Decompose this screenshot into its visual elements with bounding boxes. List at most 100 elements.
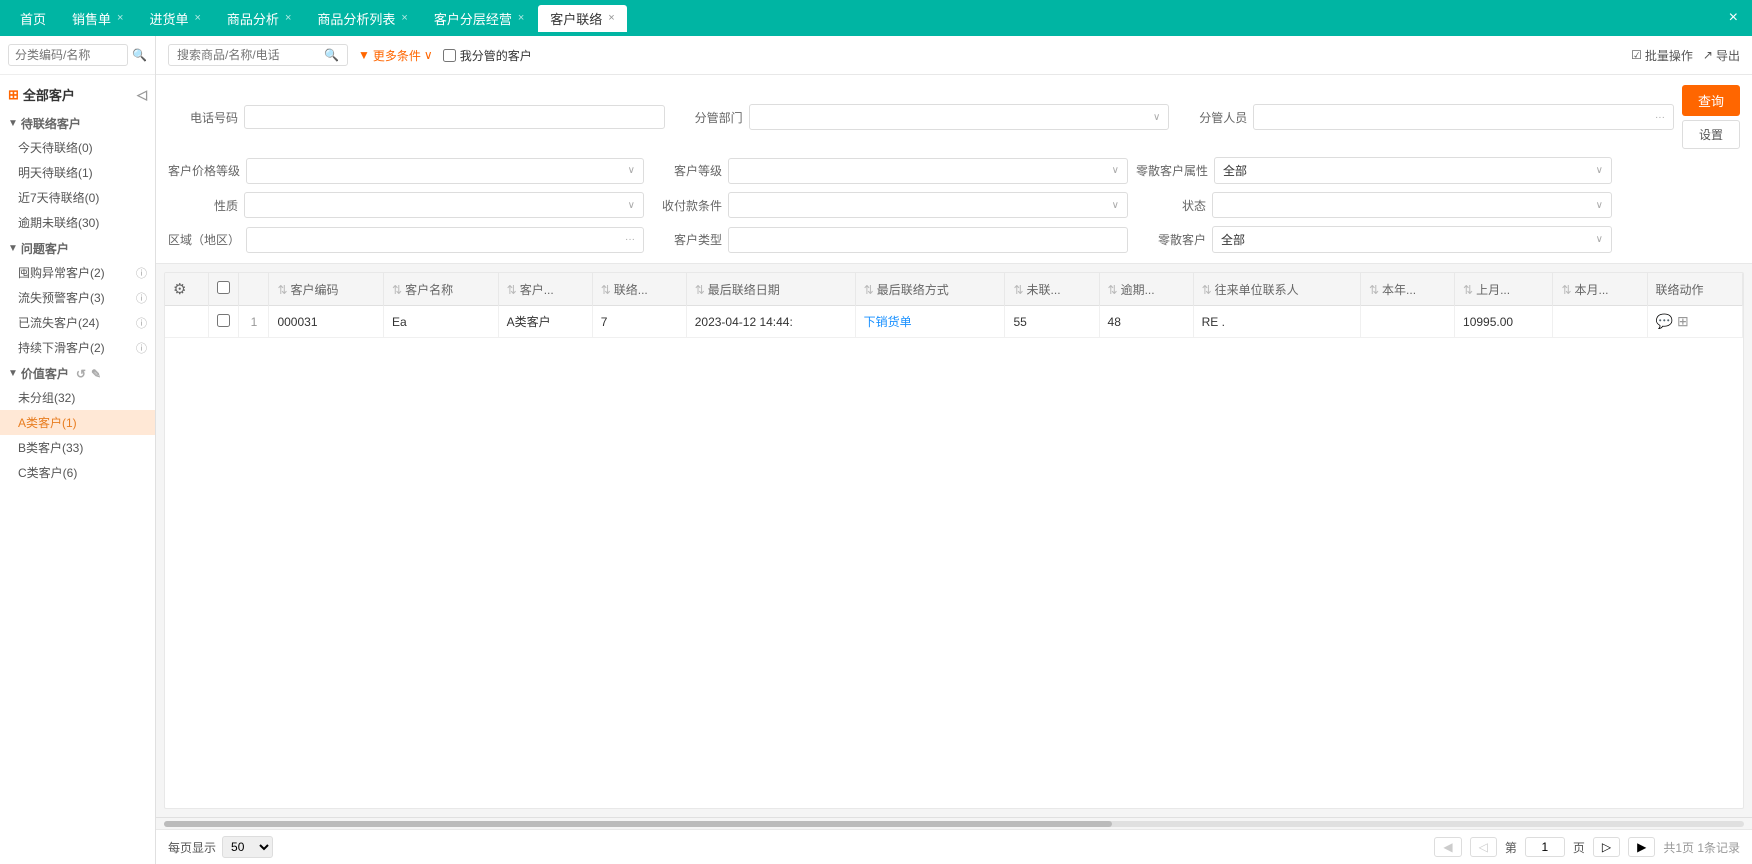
filter-phone-input[interactable] bbox=[244, 105, 665, 129]
sidebar-collapse-icon[interactable]: ◁ bbox=[137, 87, 147, 103]
query-button[interactable]: 查询 bbox=[1682, 85, 1740, 116]
nav-tab-home[interactable]: 首页 bbox=[8, 5, 58, 32]
col-name-sort[interactable]: ⇅ bbox=[392, 283, 402, 297]
sidebar-item-unclassified[interactable]: 未分组(32) bbox=[0, 385, 155, 410]
row-action-chat-icon[interactable]: 💬 bbox=[1656, 313, 1673, 330]
sidebar-item-today[interactable]: 今天待联络(0) bbox=[0, 135, 155, 160]
col-code-sort[interactable]: ⇅ bbox=[277, 283, 287, 297]
filter-dept-chevron: ∨ bbox=[1153, 112, 1160, 123]
sidebar-item-tomorrow[interactable]: 明天待联络(1) bbox=[0, 160, 155, 185]
batch-op-button[interactable]: ☑ 批量操作 bbox=[1631, 47, 1693, 64]
filter-customer-level-select[interactable]: ∨ bbox=[728, 158, 1128, 184]
last-page-button[interactable]: ▶ bbox=[1628, 837, 1655, 857]
col-this-year-sort[interactable]: ⇅ bbox=[1369, 283, 1379, 297]
filter-search-icon[interactable]: 🔍 bbox=[324, 48, 339, 62]
row-action-qr-icon[interactable]: ⊞ bbox=[1677, 313, 1689, 330]
col-header-seq bbox=[239, 273, 269, 306]
nav-tab-purchase-close[interactable]: × bbox=[194, 12, 200, 24]
export-button[interactable]: ↗ 导出 bbox=[1703, 47, 1740, 64]
filter-retail-customer-chevron: ∨ bbox=[1596, 234, 1603, 245]
nav-tab-sales[interactable]: 销售单 × bbox=[60, 5, 135, 32]
filter-region-select[interactable]: ··· bbox=[246, 227, 644, 253]
filter-retail-attr-select[interactable]: 全部 ∨ bbox=[1214, 157, 1612, 184]
sidebar-search-input[interactable] bbox=[8, 44, 128, 66]
sidebar-item-7days-label: 近7天待联络(0) bbox=[18, 189, 99, 206]
sidebar-search-icon[interactable]: 🔍 bbox=[132, 48, 147, 62]
sidebar-group-pending-arrow: ▼ bbox=[8, 118, 18, 129]
filter-payment-select[interactable]: ∨ bbox=[728, 192, 1128, 218]
filter-customer-type-label: 客户类型 bbox=[652, 231, 722, 248]
filter-customer-type-select[interactable] bbox=[728, 227, 1128, 253]
filter-status-select[interactable]: ∨ bbox=[1212, 192, 1612, 218]
nav-tab-customer-segment-close[interactable]: × bbox=[518, 12, 524, 24]
col-last-month-sort[interactable]: ⇅ bbox=[1463, 283, 1473, 297]
nav-tab-customer-segment[interactable]: 客户分层经营 × bbox=[422, 5, 536, 32]
filter-retail-customer-select[interactable]: 全部 ∨ bbox=[1212, 226, 1612, 253]
sidebar-group-value[interactable]: ▼ 价值客户 ↺ ✎ bbox=[0, 360, 155, 385]
nav-tab-purchase[interactable]: 进货单 × bbox=[137, 5, 212, 32]
sidebar-item-overdue[interactable]: 逾期未联络(30) bbox=[0, 210, 155, 235]
filter-person-select[interactable]: ··· bbox=[1253, 104, 1674, 130]
close-all-button[interactable]: × bbox=[1723, 9, 1744, 27]
col-last-date-sort[interactable]: ⇅ bbox=[695, 283, 705, 297]
col-type-sort[interactable]: ⇅ bbox=[507, 283, 517, 297]
my-customers-checkbox[interactable] bbox=[443, 49, 456, 62]
filter-bar: 🔍 ▼ 更多条件 ∨ 我分管的客户 ☑ 批量操作 ↗ 导出 bbox=[156, 36, 1752, 75]
horizontal-scrollbar[interactable] bbox=[156, 817, 1752, 829]
nav-tab-goods-analysis-list-close[interactable]: × bbox=[401, 12, 407, 24]
nav-tab-sales-close[interactable]: × bbox=[117, 12, 123, 24]
sidebar-item-hoarding[interactable]: 囤购异常客户(2) ⓘ bbox=[0, 260, 155, 285]
sidebar-item-churn-warning[interactable]: 流失预警客户(3) ⓘ bbox=[0, 285, 155, 310]
sidebar-item-a-class[interactable]: A类客户(1) bbox=[0, 410, 155, 435]
filter-search-input[interactable] bbox=[177, 48, 320, 62]
query-button-group: 查询 设置 bbox=[1682, 85, 1740, 149]
col-gear[interactable]: ⚙ bbox=[165, 273, 209, 306]
nav-tab-goods-analysis-list[interactable]: 商品分析列表 × bbox=[305, 5, 419, 32]
col-type-label: 客户... bbox=[520, 283, 554, 297]
col-last-method-sort[interactable]: ⇅ bbox=[864, 283, 874, 297]
col-overdue-sort[interactable]: ⇅ bbox=[1108, 283, 1118, 297]
batch-op-icon: ☑ bbox=[1631, 48, 1642, 62]
sidebar-item-churned[interactable]: 已流失客户(24) ⓘ bbox=[0, 310, 155, 335]
filter-more-button[interactable]: ▼ 更多条件 ∨ bbox=[358, 47, 433, 64]
sidebar-group-value-edit[interactable]: ✎ bbox=[91, 367, 101, 381]
col-unit-contact-sort[interactable]: ⇅ bbox=[1202, 283, 1212, 297]
row-name: Ea bbox=[392, 315, 407, 329]
sidebar-item-7days[interactable]: 近7天待联络(0) bbox=[0, 185, 155, 210]
nav-tab-customer-contact[interactable]: 客户联络 × bbox=[538, 5, 626, 32]
filter-dept-select[interactable]: ∨ bbox=[749, 104, 1170, 130]
sidebar-group-value-refresh[interactable]: ↺ bbox=[76, 367, 86, 381]
filter-nature-select[interactable]: ∨ bbox=[244, 192, 644, 218]
filter-my-customers[interactable]: 我分管的客户 bbox=[443, 47, 532, 64]
filter-price-level-select[interactable]: ∨ bbox=[246, 158, 644, 184]
scroll-thumb[interactable] bbox=[164, 821, 1112, 827]
row-last-method-link[interactable]: 下销货单 bbox=[864, 315, 912, 329]
table-settings-icon[interactable]: ⚙ bbox=[173, 281, 186, 298]
first-page-button[interactable]: ◀ bbox=[1434, 837, 1461, 857]
next-page-button[interactable]: ▷ bbox=[1593, 837, 1620, 857]
row-action-cell: 💬 ⊞ bbox=[1647, 306, 1743, 338]
col-last-month-label: 上月... bbox=[1476, 283, 1510, 297]
nav-tab-goods-analysis-close[interactable]: × bbox=[285, 12, 291, 24]
row-checkbox[interactable] bbox=[217, 314, 230, 327]
col-action-label: 联络动作 bbox=[1656, 283, 1704, 297]
table-select-all[interactable] bbox=[217, 281, 230, 294]
nav-tab-goods-analysis[interactable]: 商品分析 × bbox=[215, 5, 303, 32]
col-contact-sort[interactable]: ⇅ bbox=[601, 283, 611, 297]
sidebar-group-problem[interactable]: ▼ 问题客户 bbox=[0, 235, 155, 260]
page-nav: ◀ ◁ 第 页 ▷ ▶ 共1页 1条记录 bbox=[1434, 837, 1740, 857]
page-size-select[interactable]: 50 100 bbox=[222, 836, 273, 858]
page-number-input[interactable] bbox=[1525, 837, 1565, 857]
sidebar-item-c-class[interactable]: C类客户(6) bbox=[0, 460, 155, 485]
sidebar-item-declining[interactable]: 持续下滑客户(2) ⓘ bbox=[0, 335, 155, 360]
setting-button[interactable]: 设置 bbox=[1682, 120, 1740, 149]
sidebar-group-pending[interactable]: ▼ 待联络客户 bbox=[0, 110, 155, 135]
sidebar-item-declining-info: ⓘ bbox=[136, 340, 147, 356]
col-this-month-sort[interactable]: ⇅ bbox=[1561, 283, 1571, 297]
filter-row-4: 区域（地区） ··· 客户类型 零散客户 全部 ∨ bbox=[168, 226, 1740, 253]
nav-tab-customer-contact-close[interactable]: × bbox=[608, 12, 614, 24]
filter-nature-label: 性质 bbox=[168, 197, 238, 214]
col-no-contact-sort[interactable]: ⇅ bbox=[1013, 283, 1023, 297]
prev-page-button[interactable]: ◁ bbox=[1470, 837, 1497, 857]
sidebar-item-b-class[interactable]: B类客户(33) bbox=[0, 435, 155, 460]
